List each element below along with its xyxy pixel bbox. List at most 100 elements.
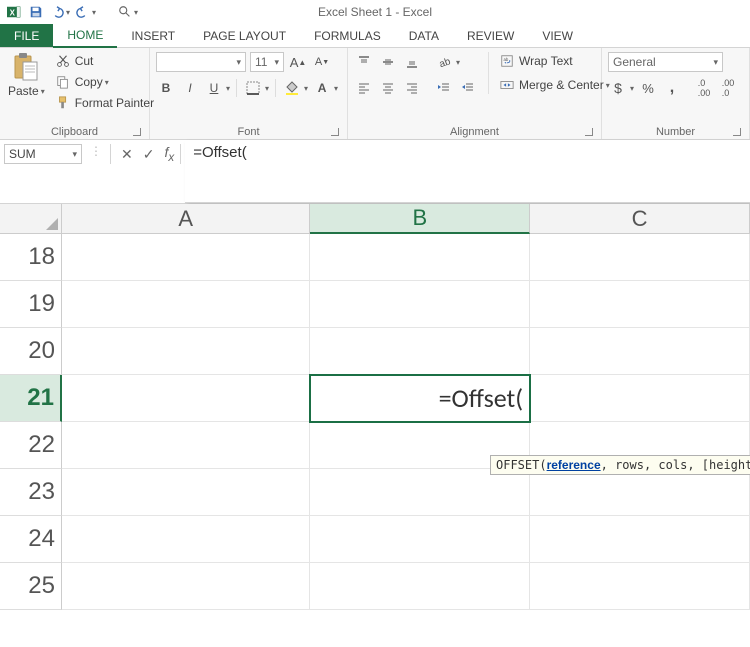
- underline-button[interactable]: U: [204, 78, 224, 98]
- chevron-down-icon[interactable]: ▾: [134, 8, 138, 17]
- align-bottom-button[interactable]: [402, 52, 422, 72]
- format-painter-button[interactable]: Format Painter: [53, 94, 156, 112]
- cell[interactable]: [530, 234, 750, 281]
- group-label[interactable]: Clipboard: [6, 124, 143, 139]
- row-header[interactable]: 23: [0, 469, 62, 516]
- cell[interactable]: [62, 375, 310, 422]
- cell[interactable]: [62, 422, 310, 469]
- cell[interactable]: [530, 516, 750, 563]
- chevron-down-icon[interactable]: ▾: [66, 8, 70, 17]
- font-name-combo[interactable]: ▾: [156, 52, 246, 72]
- chevron-down-icon[interactable]: ▾: [105, 78, 109, 87]
- column-header[interactable]: B: [310, 204, 530, 234]
- cell[interactable]: [310, 563, 530, 610]
- tab-home[interactable]: HOME: [53, 24, 117, 48]
- chevron-down-icon[interactable]: ▾: [41, 87, 45, 96]
- group-label[interactable]: Alignment: [354, 124, 595, 139]
- cell[interactable]: [530, 328, 750, 375]
- copy-button[interactable]: Copy ▾: [53, 73, 156, 91]
- font-color-button[interactable]: A: [312, 78, 332, 98]
- chevron-down-icon[interactable]: ▾: [226, 84, 230, 93]
- group-label[interactable]: Number: [608, 124, 743, 139]
- row-header[interactable]: 21: [0, 375, 62, 422]
- cell[interactable]: [530, 563, 750, 610]
- chevron-down-icon[interactable]: ▾: [630, 84, 634, 93]
- italic-button[interactable]: I: [180, 78, 200, 98]
- decrease-font-button[interactable]: A▼: [312, 52, 332, 72]
- cell[interactable]: [310, 281, 530, 328]
- tab-page-layout[interactable]: PAGE LAYOUT: [189, 24, 300, 47]
- increase-font-button[interactable]: A▲: [288, 52, 308, 72]
- chevron-down-icon[interactable]: ▾: [304, 84, 308, 93]
- tab-formulas[interactable]: FORMULAS: [300, 24, 395, 47]
- column-header[interactable]: C: [530, 204, 750, 233]
- row-header[interactable]: 18: [0, 234, 62, 281]
- cell[interactable]: [530, 469, 750, 516]
- align-middle-button[interactable]: [378, 52, 398, 72]
- cell[interactable]: [530, 281, 750, 328]
- decrease-indent-button[interactable]: [434, 78, 454, 98]
- tab-insert[interactable]: INSERT: [117, 24, 189, 47]
- chevron-down-icon[interactable]: ▾: [72, 149, 77, 160]
- insert-function-icon[interactable]: fx: [164, 144, 174, 164]
- cell[interactable]: =Offset(: [310, 375, 530, 422]
- cell[interactable]: [62, 328, 310, 375]
- align-left-button[interactable]: [354, 78, 374, 98]
- chevron-down-icon[interactable]: ▾: [334, 84, 338, 93]
- cell[interactable]: [310, 234, 530, 281]
- cell[interactable]: [310, 328, 530, 375]
- undo-button[interactable]: ▾: [50, 5, 70, 19]
- align-center-button[interactable]: [378, 78, 398, 98]
- tab-review[interactable]: REVIEW: [453, 24, 528, 47]
- paste-button[interactable]: Paste▾: [6, 52, 47, 98]
- cell[interactable]: [310, 516, 530, 563]
- orientation-button[interactable]: ab: [434, 52, 454, 72]
- chevron-down-icon[interactable]: ▾: [92, 8, 96, 17]
- tab-view[interactable]: VIEW: [528, 24, 587, 47]
- fill-color-button[interactable]: [282, 78, 302, 98]
- comma-style-button[interactable]: ,: [662, 78, 682, 98]
- increase-indent-button[interactable]: [458, 78, 478, 98]
- merge-center-button[interactable]: Merge & Center ▾: [497, 76, 612, 94]
- cell[interactable]: [310, 469, 530, 516]
- select-all-corner[interactable]: [0, 204, 62, 234]
- chevron-down-icon[interactable]: ▾: [456, 58, 460, 67]
- wrap-text-button[interactable]: ab Wrap Text: [497, 52, 612, 70]
- font-size-combo[interactable]: 11▾: [250, 52, 284, 72]
- percent-style-button[interactable]: %: [638, 78, 658, 98]
- row-header[interactable]: 24: [0, 516, 62, 563]
- align-top-button[interactable]: [354, 52, 374, 72]
- row-header[interactable]: 22: [0, 422, 62, 469]
- cell[interactable]: [62, 516, 310, 563]
- bold-button[interactable]: B: [156, 78, 176, 98]
- row-header[interactable]: 20: [0, 328, 62, 375]
- formula-input[interactable]: =Offset(: [185, 140, 750, 203]
- tooltip-arg-link[interactable]: reference: [547, 458, 601, 472]
- cut-button[interactable]: Cut: [53, 52, 156, 70]
- tab-data[interactable]: DATA: [395, 24, 453, 47]
- decrease-decimal-button[interactable]: .00.0: [718, 78, 738, 98]
- row-header[interactable]: 25: [0, 563, 62, 610]
- save-icon[interactable]: [28, 4, 44, 20]
- number-format-combo[interactable]: General▾: [608, 52, 723, 72]
- row-header[interactable]: 19: [0, 281, 62, 328]
- accounting-format-button[interactable]: $: [608, 78, 628, 98]
- tab-file[interactable]: FILE: [0, 24, 53, 47]
- cell[interactable]: [530, 375, 750, 422]
- cell[interactable]: [62, 234, 310, 281]
- touch-mode-button[interactable]: ▾: [118, 5, 138, 19]
- name-box[interactable]: SUM ▾: [4, 144, 82, 164]
- redo-button[interactable]: ▾: [76, 5, 96, 19]
- borders-button[interactable]: [243, 78, 263, 98]
- enter-formula-icon[interactable]: ✓: [143, 146, 155, 163]
- cell[interactable]: [62, 469, 310, 516]
- cell[interactable]: [62, 563, 310, 610]
- align-right-button[interactable]: [402, 78, 422, 98]
- increase-decimal-button[interactable]: .0.00: [694, 78, 714, 98]
- cancel-formula-icon[interactable]: ✕: [121, 146, 133, 163]
- cell[interactable]: [62, 281, 310, 328]
- paintbrush-icon: [55, 95, 71, 111]
- column-header[interactable]: A: [62, 204, 310, 233]
- group-label[interactable]: Font: [156, 124, 341, 139]
- chevron-down-icon[interactable]: ▾: [265, 84, 269, 93]
